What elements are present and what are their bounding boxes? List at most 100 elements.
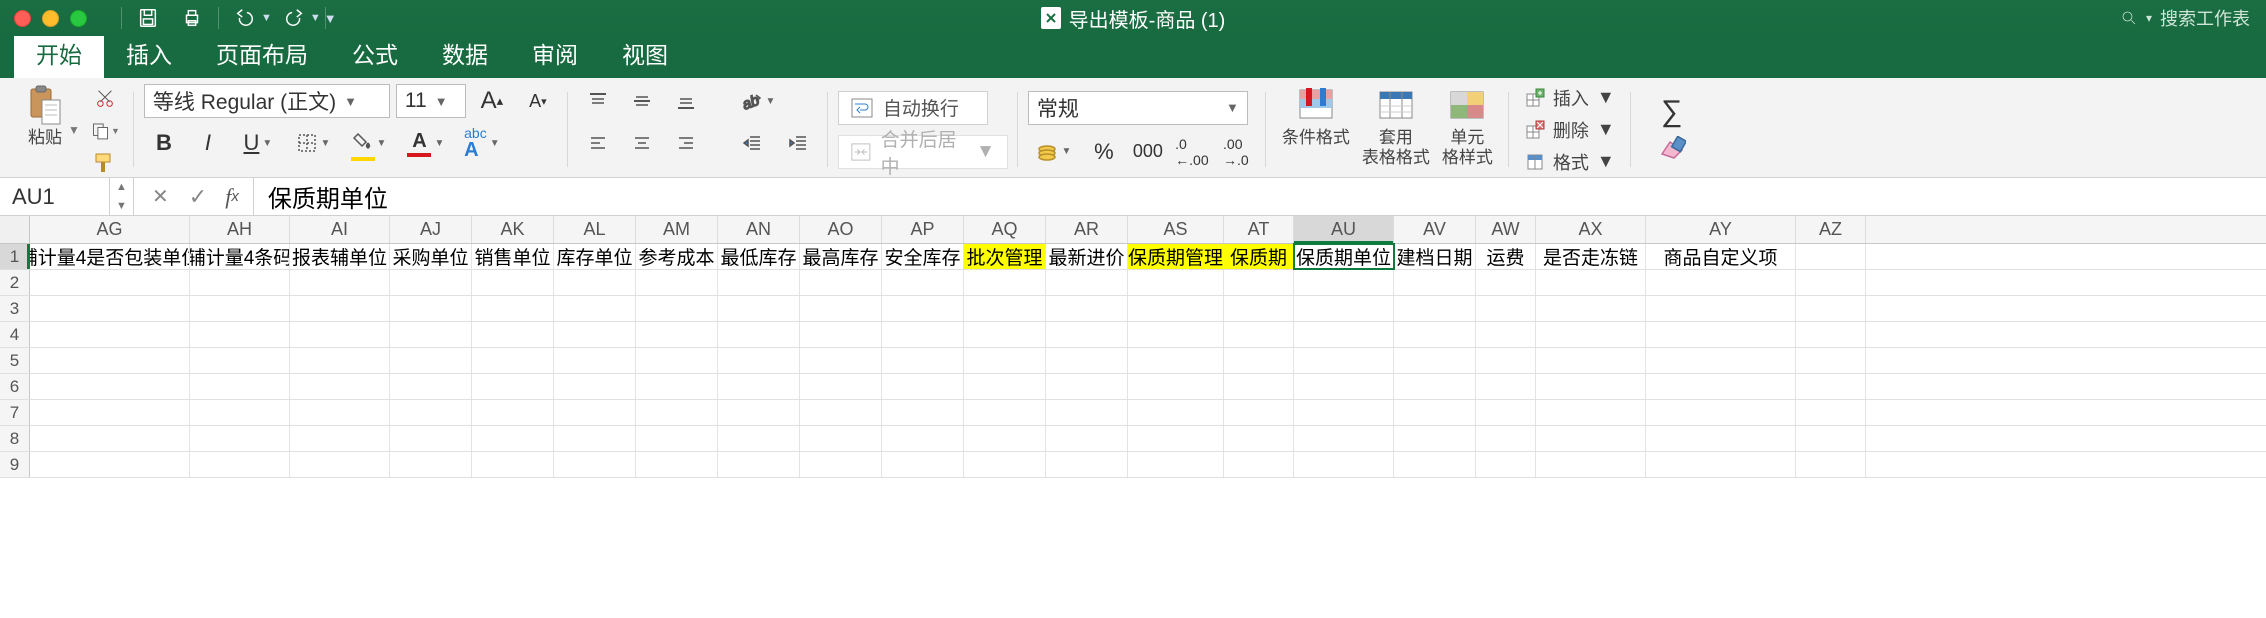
cell-AY5[interactable] <box>1646 348 1796 373</box>
column-header-AP[interactable]: AP <box>882 216 964 243</box>
cell-AI8[interactable] <box>290 426 390 451</box>
cell-AU4[interactable] <box>1294 322 1394 347</box>
save-button[interactable] <box>126 2 170 34</box>
cell-AU6[interactable] <box>1294 374 1394 399</box>
column-header-AY[interactable]: AY <box>1646 216 1796 243</box>
cell-AX7[interactable] <box>1536 400 1646 425</box>
cell-AV5[interactable] <box>1394 348 1476 373</box>
align-left-button[interactable] <box>578 126 618 160</box>
cell-AV6[interactable] <box>1394 374 1476 399</box>
cell-AN3[interactable] <box>718 296 800 321</box>
tab-公式[interactable]: 公式 <box>330 29 420 78</box>
paste-button[interactable]: 粘贴 <box>18 84 72 148</box>
cell-AL6[interactable] <box>554 374 636 399</box>
cell-AR5[interactable] <box>1046 348 1128 373</box>
column-header-AM[interactable]: AM <box>636 216 718 243</box>
cell-AN7[interactable] <box>718 400 800 425</box>
column-header-AX[interactable]: AX <box>1536 216 1646 243</box>
undo-dropdown[interactable]: ▼ <box>261 12 272 24</box>
cell-AK1[interactable]: 销售单位 <box>472 244 554 269</box>
cell-AP9[interactable] <box>882 452 964 477</box>
row-header-4[interactable]: 4 <box>0 322 30 347</box>
cell-AQ6[interactable] <box>964 374 1046 399</box>
zoom-window-button[interactable] <box>70 10 87 27</box>
align-top-button[interactable] <box>578 84 618 118</box>
cell-AY1[interactable]: 商品自定义项 <box>1646 244 1796 269</box>
cell-AO2[interactable] <box>800 270 882 295</box>
row-header-6[interactable]: 6 <box>0 374 30 399</box>
column-header-AH[interactable]: AH <box>190 216 290 243</box>
cell-AO5[interactable] <box>800 348 882 373</box>
cell-AP8[interactable] <box>882 426 964 451</box>
cell-AT4[interactable] <box>1224 322 1294 347</box>
cell-AJ8[interactable] <box>390 426 472 451</box>
cell-AU9[interactable] <box>1294 452 1394 477</box>
clear-button[interactable] <box>1649 130 1695 166</box>
cell-AW4[interactable] <box>1476 322 1536 347</box>
wrap-text-button[interactable]: 自动换行 <box>838 91 988 125</box>
column-header-AK[interactable]: AK <box>472 216 554 243</box>
minimize-window-button[interactable] <box>42 10 59 27</box>
cell-AV9[interactable] <box>1394 452 1476 477</box>
cell-AG6[interactable] <box>30 374 190 399</box>
cell-AN9[interactable] <box>718 452 800 477</box>
cell-AO4[interactable] <box>800 322 882 347</box>
cell-AX9[interactable] <box>1536 452 1646 477</box>
cell-AS6[interactable] <box>1128 374 1224 399</box>
cell-AM1[interactable]: 参考成本 <box>636 244 718 269</box>
cell-AL5[interactable] <box>554 348 636 373</box>
cell-AU1[interactable]: 保质期单位 <box>1294 244 1394 269</box>
cell-AI3[interactable] <box>290 296 390 321</box>
cell-AV8[interactable] <box>1394 426 1476 451</box>
cell-AK8[interactable] <box>472 426 554 451</box>
cell-AY6[interactable] <box>1646 374 1796 399</box>
row-header-8[interactable]: 8 <box>0 426 30 451</box>
cell-AK6[interactable] <box>472 374 554 399</box>
comma-format-button[interactable]: 000 <box>1128 135 1168 169</box>
cell-AO6[interactable] <box>800 374 882 399</box>
column-header-AV[interactable]: AV <box>1394 216 1476 243</box>
cell-AS2[interactable] <box>1128 270 1224 295</box>
cell-AK5[interactable] <box>472 348 554 373</box>
cell-AP1[interactable]: 安全库存 <box>882 244 964 269</box>
cell-AP6[interactable] <box>882 374 964 399</box>
cell-AY7[interactable] <box>1646 400 1796 425</box>
cell-AT1[interactable]: 保质期 <box>1224 244 1294 269</box>
cell-AS3[interactable] <box>1128 296 1224 321</box>
cell-AU2[interactable] <box>1294 270 1394 295</box>
cell-AT9[interactable] <box>1224 452 1294 477</box>
cut-button[interactable] <box>90 86 120 112</box>
cell-AN4[interactable] <box>718 322 800 347</box>
column-header-AZ[interactable]: AZ <box>1796 216 1866 243</box>
accounting-format-button[interactable]: ▼ <box>1028 135 1080 169</box>
underline-button[interactable]: U▼ <box>232 126 284 160</box>
row-header-5[interactable]: 5 <box>0 348 30 373</box>
cell-AJ5[interactable] <box>390 348 472 373</box>
merge-center-button[interactable]: 合并后居中 ▼ <box>838 135 1008 169</box>
cell-AS9[interactable] <box>1128 452 1224 477</box>
cell-AM6[interactable] <box>636 374 718 399</box>
cell-AH1[interactable]: 辅计量4条码 <box>190 244 290 269</box>
row-header-9[interactable]: 9 <box>0 452 30 477</box>
column-header-AI[interactable]: AI <box>290 216 390 243</box>
row-header-7[interactable]: 7 <box>0 400 30 425</box>
cell-AT2[interactable] <box>1224 270 1294 295</box>
cell-AW5[interactable] <box>1476 348 1536 373</box>
insert-cells-button[interactable]: 插入▼ <box>1519 84 1621 112</box>
cell-AX4[interactable] <box>1536 322 1646 347</box>
cell-AO8[interactable] <box>800 426 882 451</box>
tab-页面布局[interactable]: 页面布局 <box>194 29 330 78</box>
cell-AY4[interactable] <box>1646 322 1796 347</box>
search-box[interactable]: ▾ 搜索工作表 <box>2120 5 2250 31</box>
cell-AH7[interactable] <box>190 400 290 425</box>
cell-AO3[interactable] <box>800 296 882 321</box>
cell-AH6[interactable] <box>190 374 290 399</box>
cell-AX8[interactable] <box>1536 426 1646 451</box>
column-header-AJ[interactable]: AJ <box>390 216 472 243</box>
cell-AZ8[interactable] <box>1796 426 1866 451</box>
cell-AT8[interactable] <box>1224 426 1294 451</box>
align-middle-button[interactable] <box>622 84 662 118</box>
cell-AG1[interactable]: 辅计量4是否包装单位 <box>30 244 190 269</box>
cell-AO1[interactable]: 最高库存 <box>800 244 882 269</box>
row-header-2[interactable]: 2 <box>0 270 30 295</box>
